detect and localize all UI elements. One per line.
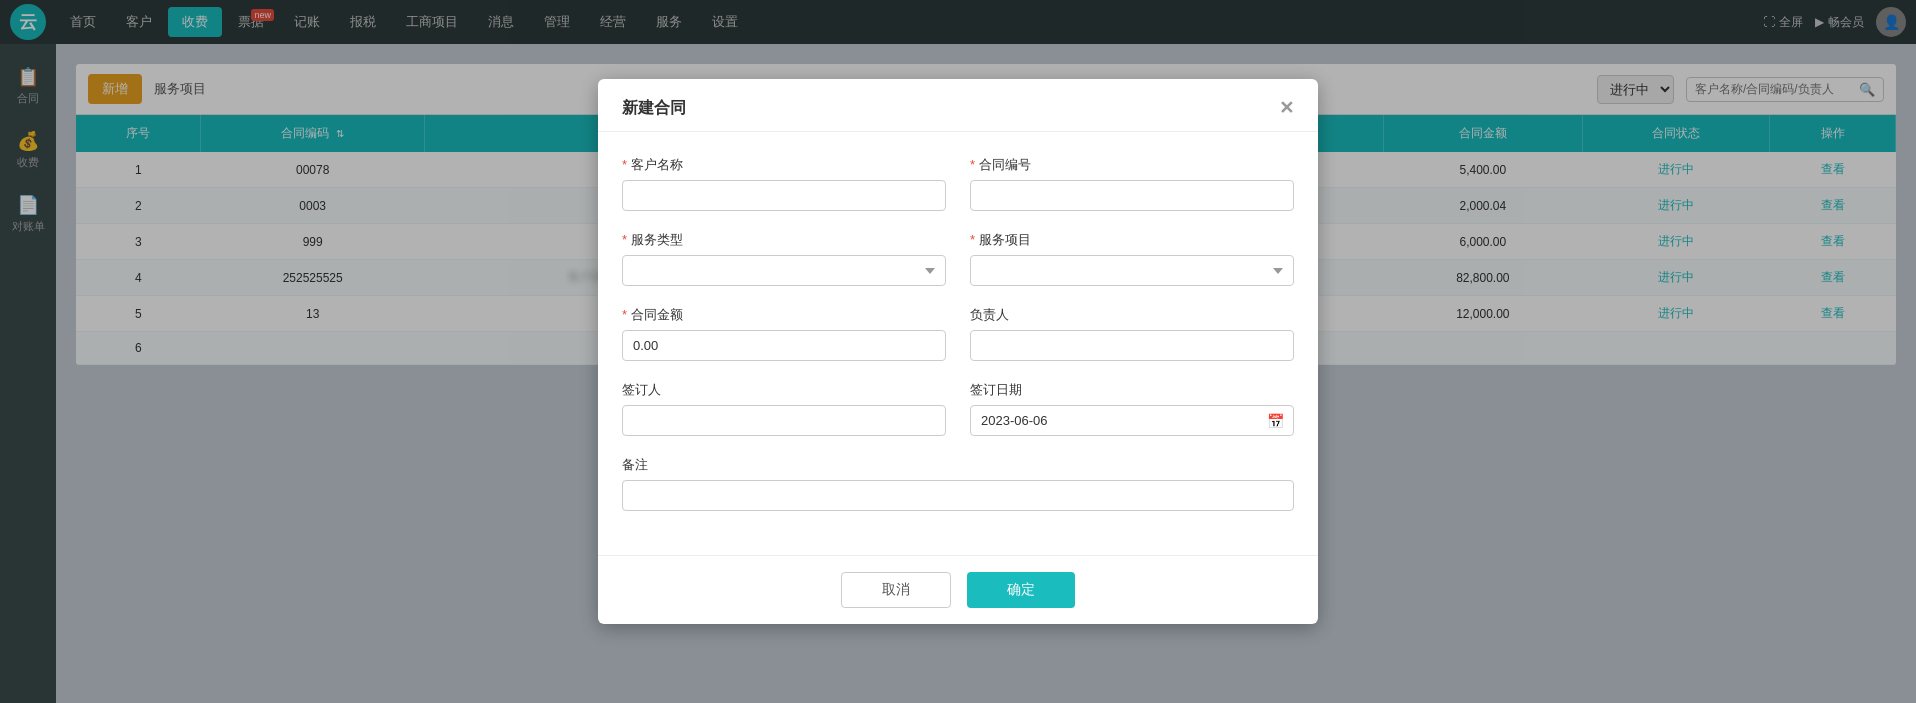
contract-amount-group: 合同金额: [622, 306, 946, 361]
customer-name-input[interactable]: [622, 180, 946, 211]
form-row-5: 备注: [622, 456, 1294, 511]
remark-input[interactable]: [622, 480, 1294, 511]
new-contract-modal: 新建合同 ✕ 客户名称 合同编号: [598, 79, 1318, 624]
contract-amount-input[interactable]: [622, 330, 946, 361]
form-row-1: 客户名称 合同编号: [622, 156, 1294, 211]
customer-name-group: 客户名称: [622, 156, 946, 211]
form-row-3: 合同金额 负责人: [622, 306, 1294, 361]
service-item-group: 服务项目: [970, 231, 1294, 286]
modal-title: 新建合同: [622, 98, 686, 119]
content-area: 新增 服务项目 进行中 已完成 已终止 🔍 序号 合同编码: [56, 44, 1916, 703]
service-type-label: 服务类型: [622, 231, 946, 249]
modal-header: 新建合同 ✕: [598, 79, 1318, 132]
contract-no-label: 合同编号: [970, 156, 1294, 174]
service-item-select-wrapper: [970, 255, 1294, 286]
modal-close-button[interactable]: ✕: [1279, 97, 1294, 119]
calendar-icon[interactable]: 📅: [1267, 413, 1284, 429]
cancel-button[interactable]: 取消: [841, 572, 951, 608]
signer-label: 签订人: [622, 381, 946, 399]
responsible-group: 负责人: [970, 306, 1294, 361]
remark-group: 备注: [622, 456, 1294, 511]
sign-date-group: 签订日期 📅: [970, 381, 1294, 436]
signer-group: 签订人: [622, 381, 946, 436]
modal-footer: 取消 确定: [598, 555, 1318, 624]
customer-name-label: 客户名称: [622, 156, 946, 174]
form-row-2: 服务类型 服务项目: [622, 231, 1294, 286]
contract-no-group: 合同编号: [970, 156, 1294, 211]
responsible-label: 负责人: [970, 306, 1294, 324]
responsible-input[interactable]: [970, 330, 1294, 361]
sign-date-wrapper: 📅: [970, 405, 1294, 436]
form-row-4: 签订人 签订日期 📅: [622, 381, 1294, 436]
contract-no-input[interactable]: [970, 180, 1294, 211]
service-type-select-wrapper: [622, 255, 946, 286]
remark-label: 备注: [622, 456, 1294, 474]
signer-input[interactable]: [622, 405, 946, 436]
service-type-select[interactable]: [622, 255, 946, 286]
service-item-select[interactable]: [970, 255, 1294, 286]
sign-date-input[interactable]: [970, 405, 1294, 436]
service-type-group: 服务类型: [622, 231, 946, 286]
sign-date-label: 签订日期: [970, 381, 1294, 399]
service-item-label: 服务项目: [970, 231, 1294, 249]
main-layout: 📋 合同 💰 收费 📄 对账单 新增 服务项目 进行中 已完成 已终止: [0, 44, 1916, 703]
contract-amount-label: 合同金额: [622, 306, 946, 324]
confirm-button[interactable]: 确定: [967, 572, 1075, 608]
modal-overlay: 新建合同 ✕ 客户名称 合同编号: [56, 44, 1916, 703]
modal-body: 客户名称 合同编号 服务类型: [598, 132, 1318, 555]
